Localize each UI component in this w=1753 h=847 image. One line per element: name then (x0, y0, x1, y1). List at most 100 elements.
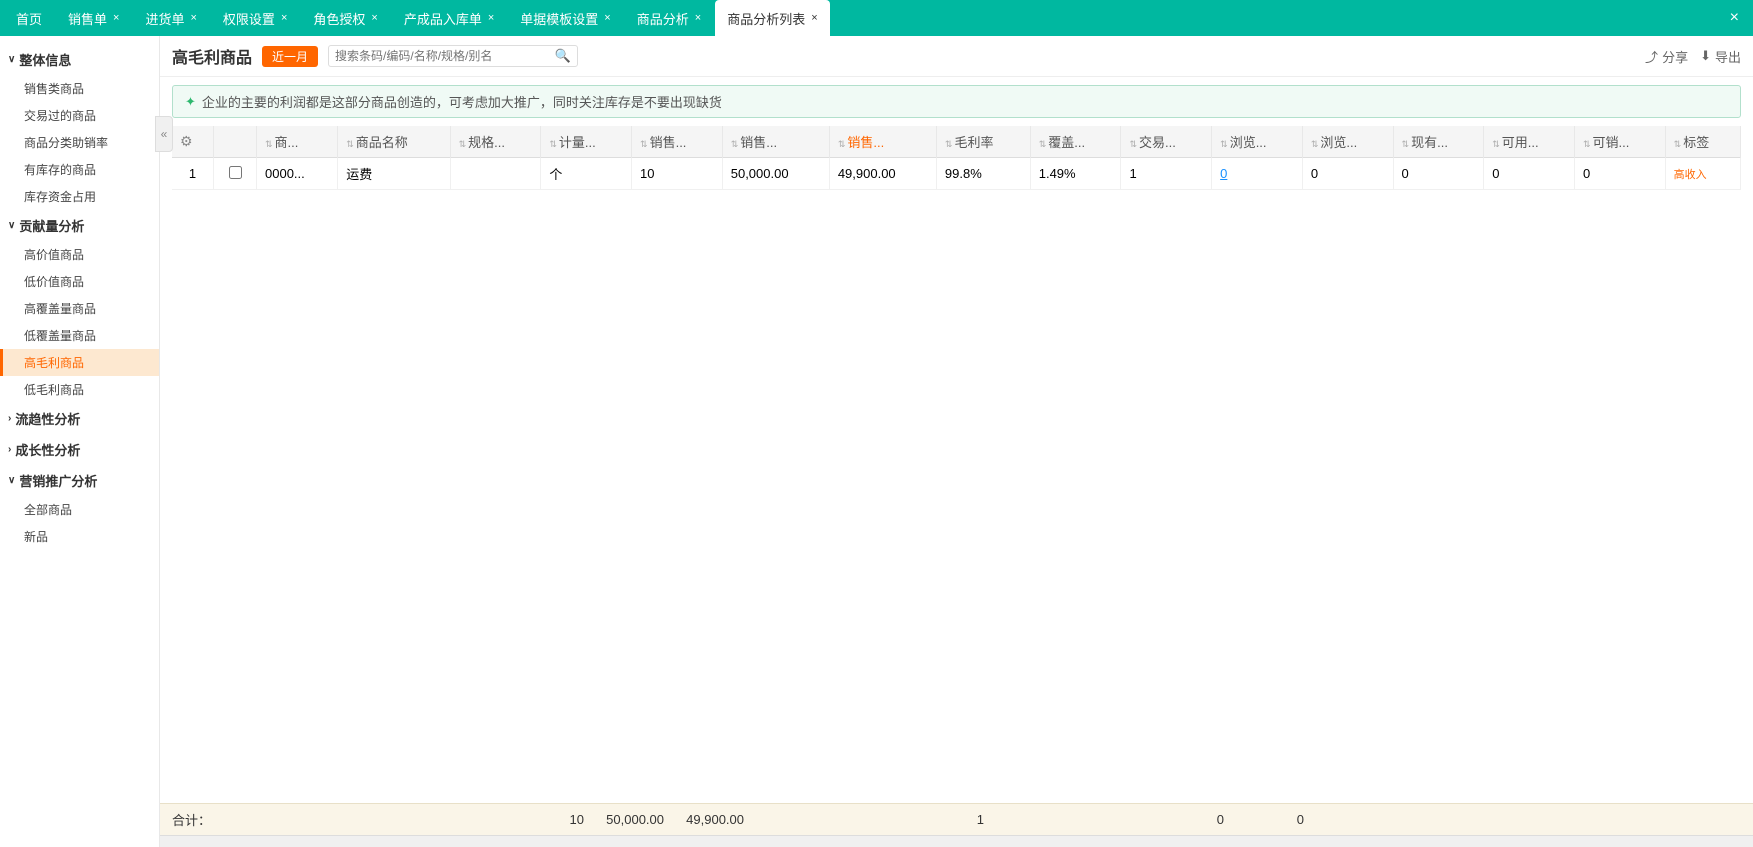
cell-gross-margin: 99.8% (936, 158, 1030, 190)
section-label: 营销推广分析 (19, 471, 97, 490)
horizontal-scrollbar[interactable] (160, 835, 1753, 847)
cell-sales-qty: 10 (632, 158, 723, 190)
content-header: 高毛利商品 近一月 🔍 ⤴ 分享 ⬇ 导出 (160, 36, 1753, 77)
col-header-browse2[interactable]: ⇅浏览... (1302, 126, 1393, 158)
col-header-browse1[interactable]: ⇅浏览... (1212, 126, 1303, 158)
cell-browse2: 0 (1302, 158, 1393, 190)
col-header-tag[interactable]: ⇅标签 (1665, 126, 1740, 158)
sidebar: ∨ 整体信息销售类商品交易过的商品商品分类助销率有库存的商品库存资金占用∨贡献量分… (0, 36, 160, 847)
tab-close-icon[interactable]: × (371, 12, 377, 24)
search-box: 🔍 (328, 45, 578, 67)
sidebar-item-新品[interactable]: 新品 (0, 523, 159, 550)
col-header-code[interactable]: ⇅商... (257, 126, 338, 158)
cell-sales-cost: 49,900.00 (829, 158, 936, 190)
tab-close-icon[interactable]: × (811, 12, 817, 24)
section-arrow-icon: ∨ (8, 475, 15, 486)
cell-code: 0000... (257, 158, 338, 190)
sidebar-collapse-button[interactable]: « (155, 116, 173, 152)
info-icon: ✦ (185, 94, 196, 110)
col-header-available[interactable]: ⇅可用... (1484, 126, 1575, 158)
cell-spec (450, 158, 541, 190)
section-label: 流趋性分析 (15, 409, 80, 428)
sidebar-section-成长性分析[interactable]: ›成长性分析 (0, 434, 159, 465)
sidebar-item-高价值商品[interactable]: 高价值商品 (0, 241, 159, 268)
cell-transaction: 1 (1121, 158, 1212, 190)
footer-bar: 合计： 10 50,000.00 49,900.00 1 0 0 (160, 803, 1753, 835)
col-header-check[interactable] (214, 126, 257, 158)
sidebar-item-高覆盖量商品[interactable]: 高覆盖量商品 (0, 295, 159, 322)
cell-name: 运费 (338, 158, 450, 190)
section-arrow-icon: › (8, 413, 11, 424)
sidebar-item-有库存的商品[interactable]: 有库存的商品 (0, 156, 159, 183)
tab-close-icon[interactable]: × (281, 12, 287, 24)
cell-browse1: 0 (1212, 158, 1303, 190)
sidebar-item-全部商品[interactable]: 全部商品 (0, 496, 159, 523)
nav-tab-商品分析列表[interactable]: 商品分析列表× (715, 0, 829, 36)
data-table-container: ⚙⇅商...⇅商品名称⇅规格...⇅计量...⇅销售...⇅销售...⇅销售..… (172, 126, 1741, 803)
sidebar-item-销售类商品[interactable]: 销售类商品 (0, 75, 159, 102)
nav-tab-首页[interactable]: 首页 (4, 0, 54, 36)
cell-available: 0 (1484, 158, 1575, 190)
col-header-coverage[interactable]: ⇅覆盖... (1030, 126, 1121, 158)
search-icon[interactable]: 🔍 (555, 48, 571, 64)
sidebar-section-流趋性分析[interactable]: › 流趋性分析 (0, 403, 159, 434)
export-button[interactable]: ⬇ 导出 (1700, 47, 1741, 66)
search-input[interactable] (335, 49, 551, 63)
date-filter-button[interactable]: 近一月 (262, 46, 318, 67)
nav-tab-权限设置[interactable]: 权限设置× (211, 0, 299, 36)
col-header-saleable[interactable]: ⇅可销... (1574, 126, 1665, 158)
col-header-salesQty[interactable]: ⇅销售... (632, 126, 723, 158)
col-header-settings[interactable]: ⚙ (172, 126, 214, 158)
cell-index: 1 (172, 158, 214, 190)
sidebar-item-高毛利商品[interactable]: 高毛利商品 (0, 349, 159, 376)
col-header-salesAmt[interactable]: ⇅销售... (722, 126, 829, 158)
footer-sales-qty: 10 (512, 812, 592, 827)
nav-tab-进货单[interactable]: 进货单× (133, 0, 208, 36)
col-header-transaction[interactable]: ⇅交易... (1121, 126, 1212, 158)
close-all-button[interactable]: × (1720, 9, 1749, 27)
cell-unit: 个 (541, 158, 632, 190)
sidebar-item-低价值商品[interactable]: 低价值商品 (0, 268, 159, 295)
sidebar-item-低覆盖量商品[interactable]: 低覆盖量商品 (0, 322, 159, 349)
tab-close-icon[interactable]: × (488, 12, 494, 24)
sidebar-section-营销推广分析[interactable]: ∨ 营销推广分析 (0, 465, 159, 496)
sidebar-item-商品分类助销率[interactable]: 商品分类助销率 (0, 129, 159, 156)
cell-current: 0 (1393, 158, 1484, 190)
col-header-spec[interactable]: ⇅规格... (450, 126, 541, 158)
footer-label: 合计： (172, 810, 232, 829)
section-arrow-icon: ∨ (8, 54, 15, 65)
sidebar-section-贡献量分析[interactable]: ∨贡献量分析 (0, 210, 159, 241)
sidebar-item-交易过的商品[interactable]: 交易过的商品 (0, 102, 159, 129)
section-label: 整体信息 (19, 50, 71, 69)
share-icon: ⤴ (1645, 47, 1658, 66)
section-arrow-icon: › (8, 444, 11, 455)
nav-tab-角色授权[interactable]: 角色授权× (301, 0, 389, 36)
cell-saleable: 0 (1574, 158, 1665, 190)
footer-available: 0 (1232, 812, 1312, 827)
section-arrow-icon: ∨ (8, 220, 15, 231)
sidebar-item-库存资金占用[interactable]: 库存资金占用 (0, 183, 159, 210)
share-button[interactable]: ⤴ 分享 (1645, 47, 1688, 66)
nav-tab-销售单[interactable]: 销售单× (56, 0, 131, 36)
col-header-current[interactable]: ⇅现有... (1393, 126, 1484, 158)
col-header-grossMargin[interactable]: ⇅毛利率 (936, 126, 1030, 158)
tab-close-icon[interactable]: × (604, 12, 610, 24)
tab-close-icon[interactable]: × (113, 12, 119, 24)
nav-tab-商品分析[interactable]: 商品分析× (625, 0, 713, 36)
sidebar-item-低毛利商品[interactable]: 低毛利商品 (0, 376, 159, 403)
tab-close-icon[interactable]: × (190, 12, 196, 24)
sidebar-section-整体信息[interactable]: ∨ 整体信息 (0, 44, 159, 75)
export-icon: ⬇ (1700, 48, 1711, 64)
nav-tab-单据模板设置[interactable]: 单据模板设置× (508, 0, 622, 36)
cell-check[interactable] (214, 158, 257, 190)
page-title: 高毛利商品 (172, 44, 252, 68)
col-header-name[interactable]: ⇅商品名称 (338, 126, 450, 158)
nav-tab-产成品入库单[interactable]: 产成品入库单× (392, 0, 506, 36)
cell-coverage: 1.49% (1030, 158, 1121, 190)
cell-tag: 高收入 (1665, 158, 1740, 190)
col-header-salesCost[interactable]: ⇅销售... (829, 126, 936, 158)
col-header-unit[interactable]: ⇅计量... (541, 126, 632, 158)
content-area: 高毛利商品 近一月 🔍 ⤴ 分享 ⬇ 导出 ✦ 企业的主要的利润都是这部分商品创… (160, 36, 1753, 847)
main-layout: ∨ 整体信息销售类商品交易过的商品商品分类助销率有库存的商品库存资金占用∨贡献量分… (0, 36, 1753, 847)
tab-close-icon[interactable]: × (695, 12, 701, 24)
